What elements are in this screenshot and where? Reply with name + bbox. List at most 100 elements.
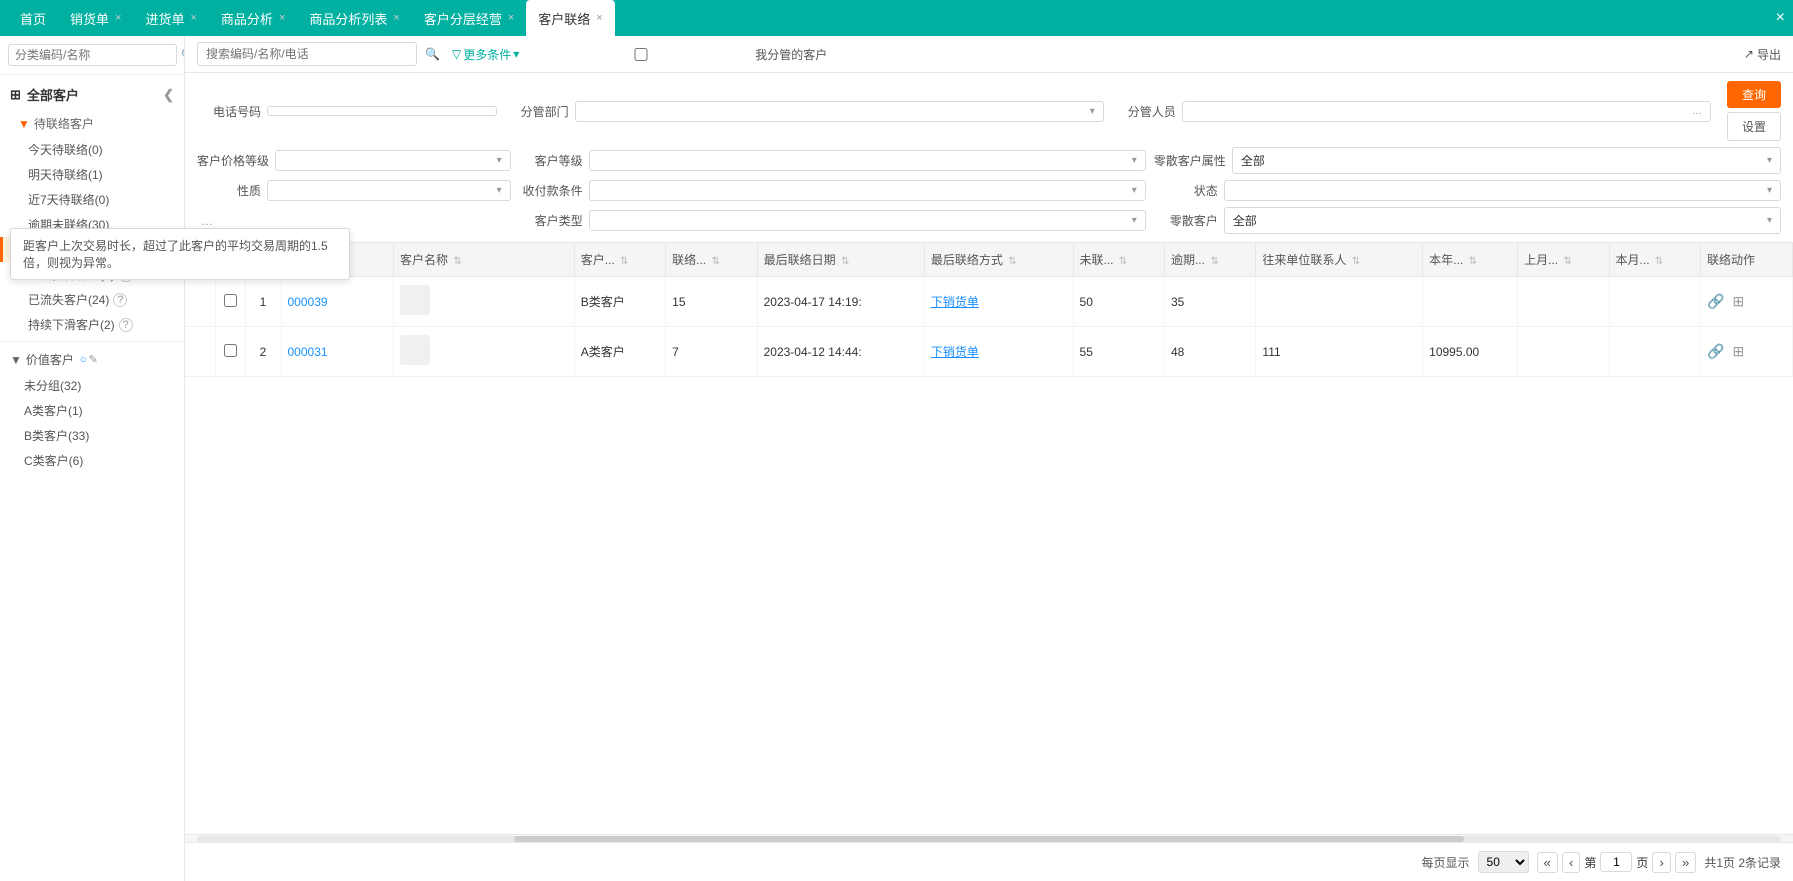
nav-customer-contact[interactable]: 客户联络 ×: [526, 0, 614, 36]
row-check-0[interactable]: [224, 294, 237, 307]
payment-select[interactable]: ▾: [589, 180, 1146, 201]
division-dept-select[interactable]: ▾: [575, 101, 1104, 122]
row-last-method-1[interactable]: 下销货单: [924, 327, 1073, 377]
retail-attr-select[interactable]: 全部▾: [1232, 147, 1781, 174]
filter-row-3: 性质 ▾ 收付款条件 ▾ 状态 ▾: [197, 180, 1781, 201]
row-checkbox-0[interactable]: [215, 277, 245, 327]
nav-product-analysis[interactable]: 商品分析 ×: [209, 0, 297, 36]
edit-icon[interactable]: ✎: [89, 353, 98, 366]
page-input[interactable]: [1600, 852, 1632, 872]
sort-icon-year[interactable]: ⇅: [1469, 256, 1477, 267]
more-conditions-button[interactable]: ▽ 更多条件 ▾: [448, 46, 523, 63]
row-name-0[interactable]: [394, 277, 575, 327]
help-icon-4[interactable]: ?: [119, 318, 133, 332]
column-customer-name[interactable]: 客户名称 ⇅: [394, 243, 575, 277]
column-last-month[interactable]: 上月... ⇅: [1518, 243, 1609, 277]
my-customers-check[interactable]: [531, 48, 751, 61]
row-check-1[interactable]: [224, 344, 237, 357]
phone-input[interactable]: [267, 106, 497, 116]
sidebar-item-today-contact[interactable]: 今天待联络(0): [0, 137, 184, 162]
sort-icon-level[interactable]: ⇅: [620, 256, 628, 267]
column-uncontacted[interactable]: 未联... ⇅: [1073, 243, 1164, 277]
more-dots-icon[interactable]: …: [197, 214, 217, 228]
sidebar-item-declining[interactable]: 持续下滑客户(2) ?: [0, 312, 184, 337]
column-customer-level[interactable]: 客户... ⇅: [574, 243, 665, 277]
sort-icon-this-month[interactable]: ⇅: [1655, 256, 1663, 267]
my-customers-checkbox[interactable]: 我分管的客户: [531, 46, 827, 63]
retail-customer-select[interactable]: 全部▾: [1224, 207, 1781, 234]
nav-close-product-analysis[interactable]: ×: [279, 12, 285, 24]
scrollbar-track[interactable]: [197, 836, 1781, 842]
next-page-button[interactable]: ›: [1652, 852, 1670, 873]
contact-method-link-0[interactable]: 下销货单: [931, 295, 979, 309]
search-input[interactable]: [197, 42, 417, 66]
sort-icon-overdue[interactable]: ⇅: [1210, 256, 1218, 267]
column-overdue[interactable]: 逾期... ⇅: [1164, 243, 1255, 277]
nav-sales-order[interactable]: 销货单 ×: [58, 0, 133, 36]
sort-icon-name[interactable]: ⇅: [453, 256, 461, 267]
gender-select[interactable]: ▾: [267, 180, 511, 201]
customer-level-select[interactable]: ▾: [589, 150, 1146, 171]
customer-type-select[interactable]: ▾: [589, 210, 1146, 231]
sidebar-value-group[interactable]: ▼ 价值客户 ○ ✎: [0, 346, 184, 373]
prev-page-button[interactable]: ‹: [1562, 852, 1580, 873]
sidebar-item-class-a[interactable]: A类客户(1): [0, 398, 184, 423]
query-button[interactable]: 查询: [1727, 81, 1781, 108]
nav-home[interactable]: 首页: [8, 0, 58, 36]
row-code-0[interactable]: 000039: [281, 277, 394, 327]
column-last-contact-method[interactable]: 最后联络方式 ⇅: [924, 243, 1073, 277]
action-link-icon-0[interactable]: 🔗: [1707, 293, 1724, 310]
sidebar-item-7day-contact[interactable]: 近7天待联络(0): [0, 187, 184, 212]
nav-customer-tier[interactable]: 客户分层经营 ×: [412, 0, 526, 36]
column-this-month[interactable]: 本月... ⇅: [1609, 243, 1700, 277]
sort-icon-last-month[interactable]: ⇅: [1563, 256, 1571, 267]
column-contact-count[interactable]: 联络... ⇅: [666, 243, 757, 277]
search-button[interactable]: 🔍: [425, 47, 440, 61]
sort-icon-contacts[interactable]: ⇅: [1352, 256, 1360, 267]
sort-icon-contact[interactable]: ⇅: [712, 256, 720, 267]
column-last-contact-date[interactable]: 最后联络日期 ⇅: [757, 243, 924, 277]
action-link-icon-1[interactable]: 🔗: [1707, 343, 1724, 360]
nav-purchase-order[interactable]: 进货单 ×: [133, 0, 208, 36]
per-page-select[interactable]: 50 20 100: [1478, 851, 1529, 873]
help-icon-3[interactable]: ?: [113, 293, 127, 307]
sidebar-all-customers[interactable]: ⊞ 全部客户 ❮: [0, 79, 184, 110]
sort-icon-uncontacted[interactable]: ⇅: [1119, 256, 1127, 267]
row-last-method-0[interactable]: 下销货单: [924, 277, 1073, 327]
sidebar-item-ungrouped[interactable]: 未分组(32): [0, 373, 184, 398]
horizontal-scrollbar[interactable]: [185, 834, 1793, 842]
nav-close-customer-tier[interactable]: ×: [508, 12, 514, 24]
collapse-icon[interactable]: ❮: [163, 87, 174, 103]
column-contacts[interactable]: 往来单位联系人 ⇅: [1256, 243, 1423, 277]
row-checkbox-1[interactable]: [215, 327, 245, 377]
sidebar-search-input[interactable]: [8, 44, 177, 66]
export-button[interactable]: ↗ 导出: [1744, 46, 1781, 63]
settings-button[interactable]: 设置: [1727, 112, 1781, 141]
sidebar-waiting-group[interactable]: ▼ 待联络客户: [0, 110, 184, 137]
action-grid-icon-1[interactable]: ⊞: [1732, 343, 1744, 360]
scrollbar-thumb[interactable]: [514, 836, 1464, 842]
sidebar-item-class-c[interactable]: C类客户(6): [0, 448, 184, 473]
sort-icon-date[interactable]: ⇅: [841, 256, 849, 267]
nav-product-analysis-list[interactable]: 商品分析列表 ×: [297, 0, 411, 36]
circle-icon[interactable]: ○: [80, 354, 87, 366]
contact-method-link-1[interactable]: 下销货单: [931, 345, 979, 359]
nav-close-sales[interactable]: ×: [115, 12, 121, 24]
row-code-1[interactable]: 000031: [281, 327, 394, 377]
nav-close-product-list[interactable]: ×: [393, 12, 399, 24]
action-grid-icon-0[interactable]: ⊞: [1732, 293, 1744, 310]
row-name-1[interactable]: [394, 327, 575, 377]
status-select[interactable]: ▾: [1224, 180, 1781, 201]
window-close-button[interactable]: ×: [1776, 9, 1785, 27]
first-page-button[interactable]: «: [1537, 852, 1558, 873]
sort-icon-method[interactable]: ⇅: [1008, 256, 1016, 267]
column-year-amount[interactable]: 本年... ⇅: [1423, 243, 1518, 277]
sidebar-item-class-b[interactable]: B类客户(33): [0, 423, 184, 448]
last-page-button[interactable]: »: [1675, 852, 1696, 873]
nav-close-customer-contact[interactable]: ×: [596, 12, 602, 24]
price-level-select[interactable]: ▾: [275, 150, 511, 171]
division-person-select[interactable]: …: [1182, 101, 1711, 122]
sidebar-item-already-lost[interactable]: 已流失客户(24) ?: [0, 287, 184, 312]
nav-close-purchase[interactable]: ×: [190, 12, 196, 24]
sidebar-item-tomorrow-contact[interactable]: 明天待联络(1): [0, 162, 184, 187]
